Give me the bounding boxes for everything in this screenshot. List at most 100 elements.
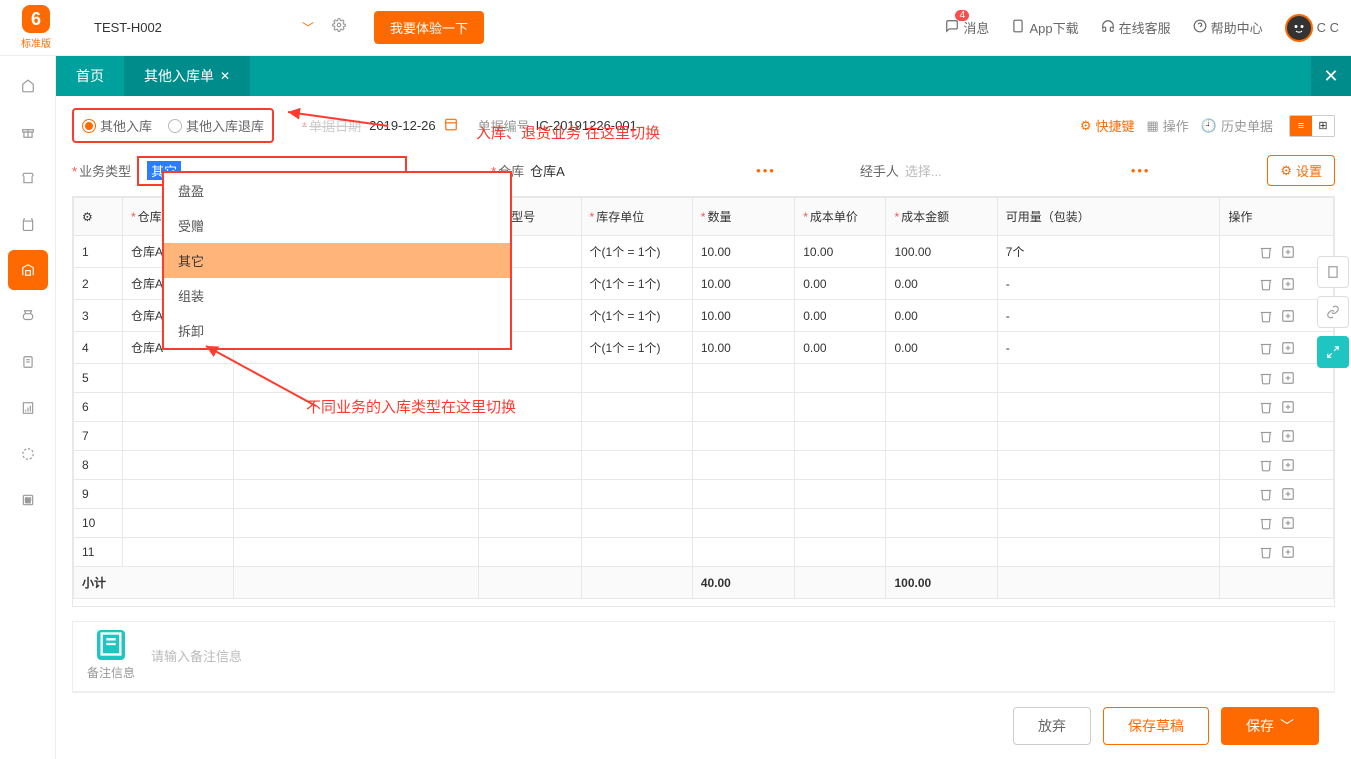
dropdown-item[interactable]: 其它 <box>164 243 510 278</box>
more-icon[interactable]: ••• <box>1131 163 1151 178</box>
table-row[interactable]: 7 <box>74 422 1334 451</box>
rail-link-icon[interactable] <box>1317 296 1349 328</box>
delete-row-icon[interactable] <box>1259 429 1273 443</box>
customer-service-button[interactable]: 在线客服 <box>1101 18 1171 37</box>
dropdown-item[interactable]: 拆卸 <box>164 313 510 348</box>
add-row-icon[interactable] <box>1281 516 1295 530</box>
calendar-icon[interactable] <box>444 117 458 134</box>
col-qty: *数量 <box>692 198 794 236</box>
user-menu[interactable]: C C <box>1285 14 1339 42</box>
close-icon[interactable]: ✕ <box>220 69 230 83</box>
tabs-bar: 首页 其他入库单✕ ✕ <box>56 56 1351 96</box>
rail-note-icon[interactable] <box>1317 256 1349 288</box>
entry-type-radio-group: 其他入库 其他入库退库 <box>72 108 274 143</box>
more-icon[interactable]: ••• <box>756 163 776 178</box>
messages-badge: 4 <box>955 10 969 21</box>
footer: 放弃 保存草稿 保存﹀ <box>72 692 1335 759</box>
delete-row-icon[interactable] <box>1259 400 1273 414</box>
logo-icon: 6 <box>22 5 50 33</box>
radio-other-return[interactable]: 其他入库退库 <box>168 116 264 135</box>
add-row-icon[interactable] <box>1281 277 1295 291</box>
nav-clipboard-icon[interactable] <box>8 342 48 382</box>
dropdown-item[interactable]: 受赠 <box>164 208 510 243</box>
delete-row-icon[interactable] <box>1259 245 1273 259</box>
nav-home-icon[interactable] <box>8 66 48 106</box>
date-value[interactable]: 2019-12-26 <box>369 118 436 133</box>
handler-label: 经手人 <box>860 161 899 180</box>
discard-button[interactable]: 放弃 <box>1013 707 1091 745</box>
history-button[interactable]: 🕘历史单据 <box>1201 116 1273 135</box>
messages-button[interactable]: 消息 4 <box>945 18 989 37</box>
chat-icon <box>945 19 959 36</box>
remark-input[interactable] <box>151 649 1320 664</box>
add-row-icon[interactable] <box>1281 371 1295 385</box>
app-download-button[interactable]: App下载 <box>1011 18 1078 37</box>
tab-home[interactable]: 首页 <box>56 56 124 96</box>
handler-input[interactable]: 选择... <box>905 161 1125 180</box>
add-row-icon[interactable] <box>1281 545 1295 559</box>
nav-gift-icon[interactable] <box>8 112 48 152</box>
help-icon <box>1193 19 1207 36</box>
nav-money-icon[interactable] <box>8 296 48 336</box>
help-label: 帮助中心 <box>1211 18 1263 37</box>
delete-row-icon[interactable] <box>1259 458 1273 472</box>
table-row[interactable]: 5 <box>74 364 1334 393</box>
date-label: *单据日期 <box>302 116 361 135</box>
chevron-down-icon: ﹀ <box>1280 716 1294 736</box>
delete-row-icon[interactable] <box>1259 341 1273 355</box>
add-row-icon[interactable] <box>1281 458 1295 472</box>
nav-report-icon[interactable] <box>8 388 48 428</box>
delete-row-icon[interactable] <box>1259 309 1273 323</box>
add-row-icon[interactable] <box>1281 487 1295 501</box>
add-row-icon[interactable] <box>1281 309 1295 323</box>
operate-button[interactable]: ▦操作 <box>1146 116 1188 135</box>
col-gear[interactable]: ⚙ <box>74 198 123 236</box>
add-row-icon[interactable] <box>1281 429 1295 443</box>
table-row[interactable]: 6 <box>74 393 1334 422</box>
radio-dot-icon <box>82 119 96 133</box>
col-avail: 可用量（包装） <box>997 198 1220 236</box>
org-name: TEST-H002 <box>94 20 162 35</box>
remark-label: 备注信息 <box>87 664 135 681</box>
table-row[interactable]: 8 <box>74 451 1334 480</box>
delete-row-icon[interactable] <box>1259 371 1273 385</box>
table-row[interactable]: 9 <box>74 480 1334 509</box>
add-row-icon[interactable] <box>1281 400 1295 414</box>
add-row-icon[interactable] <box>1281 341 1295 355</box>
nav-shop-icon[interactable] <box>8 158 48 198</box>
rail-expand-icon[interactable] <box>1317 336 1349 368</box>
delete-row-icon[interactable] <box>1259 545 1273 559</box>
biz-type-dropdown: 盘盈受赠其它组装拆卸 <box>162 171 512 350</box>
gear-icon[interactable] <box>332 18 346 37</box>
table-row[interactable]: 10 <box>74 509 1334 538</box>
svg-text:新: 新 <box>25 496 31 504</box>
tab-current[interactable]: 其他入库单✕ <box>124 56 250 96</box>
delete-row-icon[interactable] <box>1259 277 1273 291</box>
nav-new-icon[interactable]: 新 <box>8 480 48 520</box>
dropdown-item[interactable]: 组装 <box>164 278 510 313</box>
nav-sync-icon[interactable] <box>8 434 48 474</box>
trial-button[interactable]: 我要体验一下 <box>374 11 484 44</box>
table-row[interactable]: 11 <box>74 538 1334 567</box>
headset-icon <box>1101 19 1115 36</box>
nav-warehouse-icon[interactable] <box>8 250 48 290</box>
delete-row-icon[interactable] <box>1259 516 1273 530</box>
nav-bag-icon[interactable] <box>8 204 48 244</box>
add-row-icon[interactable] <box>1281 245 1295 259</box>
warehouse-value[interactable]: 仓库A <box>530 161 750 180</box>
phone-icon <box>1011 19 1025 36</box>
delete-row-icon[interactable] <box>1259 487 1273 501</box>
org-selector[interactable]: TEST-H002 ﹀ <box>84 12 324 44</box>
chevron-down-icon: ﹀ <box>302 19 314 36</box>
radio-other-in[interactable]: 其他入库 <box>82 116 152 135</box>
user-name: C C <box>1317 20 1339 35</box>
dropdown-item[interactable]: 盘盈 <box>164 173 510 208</box>
view-list-icon[interactable]: ≡ <box>1290 116 1312 136</box>
save-draft-button[interactable]: 保存草稿 <box>1103 707 1209 745</box>
help-center-button[interactable]: 帮助中心 <box>1193 18 1263 37</box>
logo-text: 标准版 <box>21 35 51 50</box>
history-icon: 🕘 <box>1201 118 1217 134</box>
save-button[interactable]: 保存﹀ <box>1221 707 1319 745</box>
col-amount: *成本金额 <box>886 198 997 236</box>
shortcut-button[interactable]: ⚙快捷键 <box>1080 116 1135 135</box>
